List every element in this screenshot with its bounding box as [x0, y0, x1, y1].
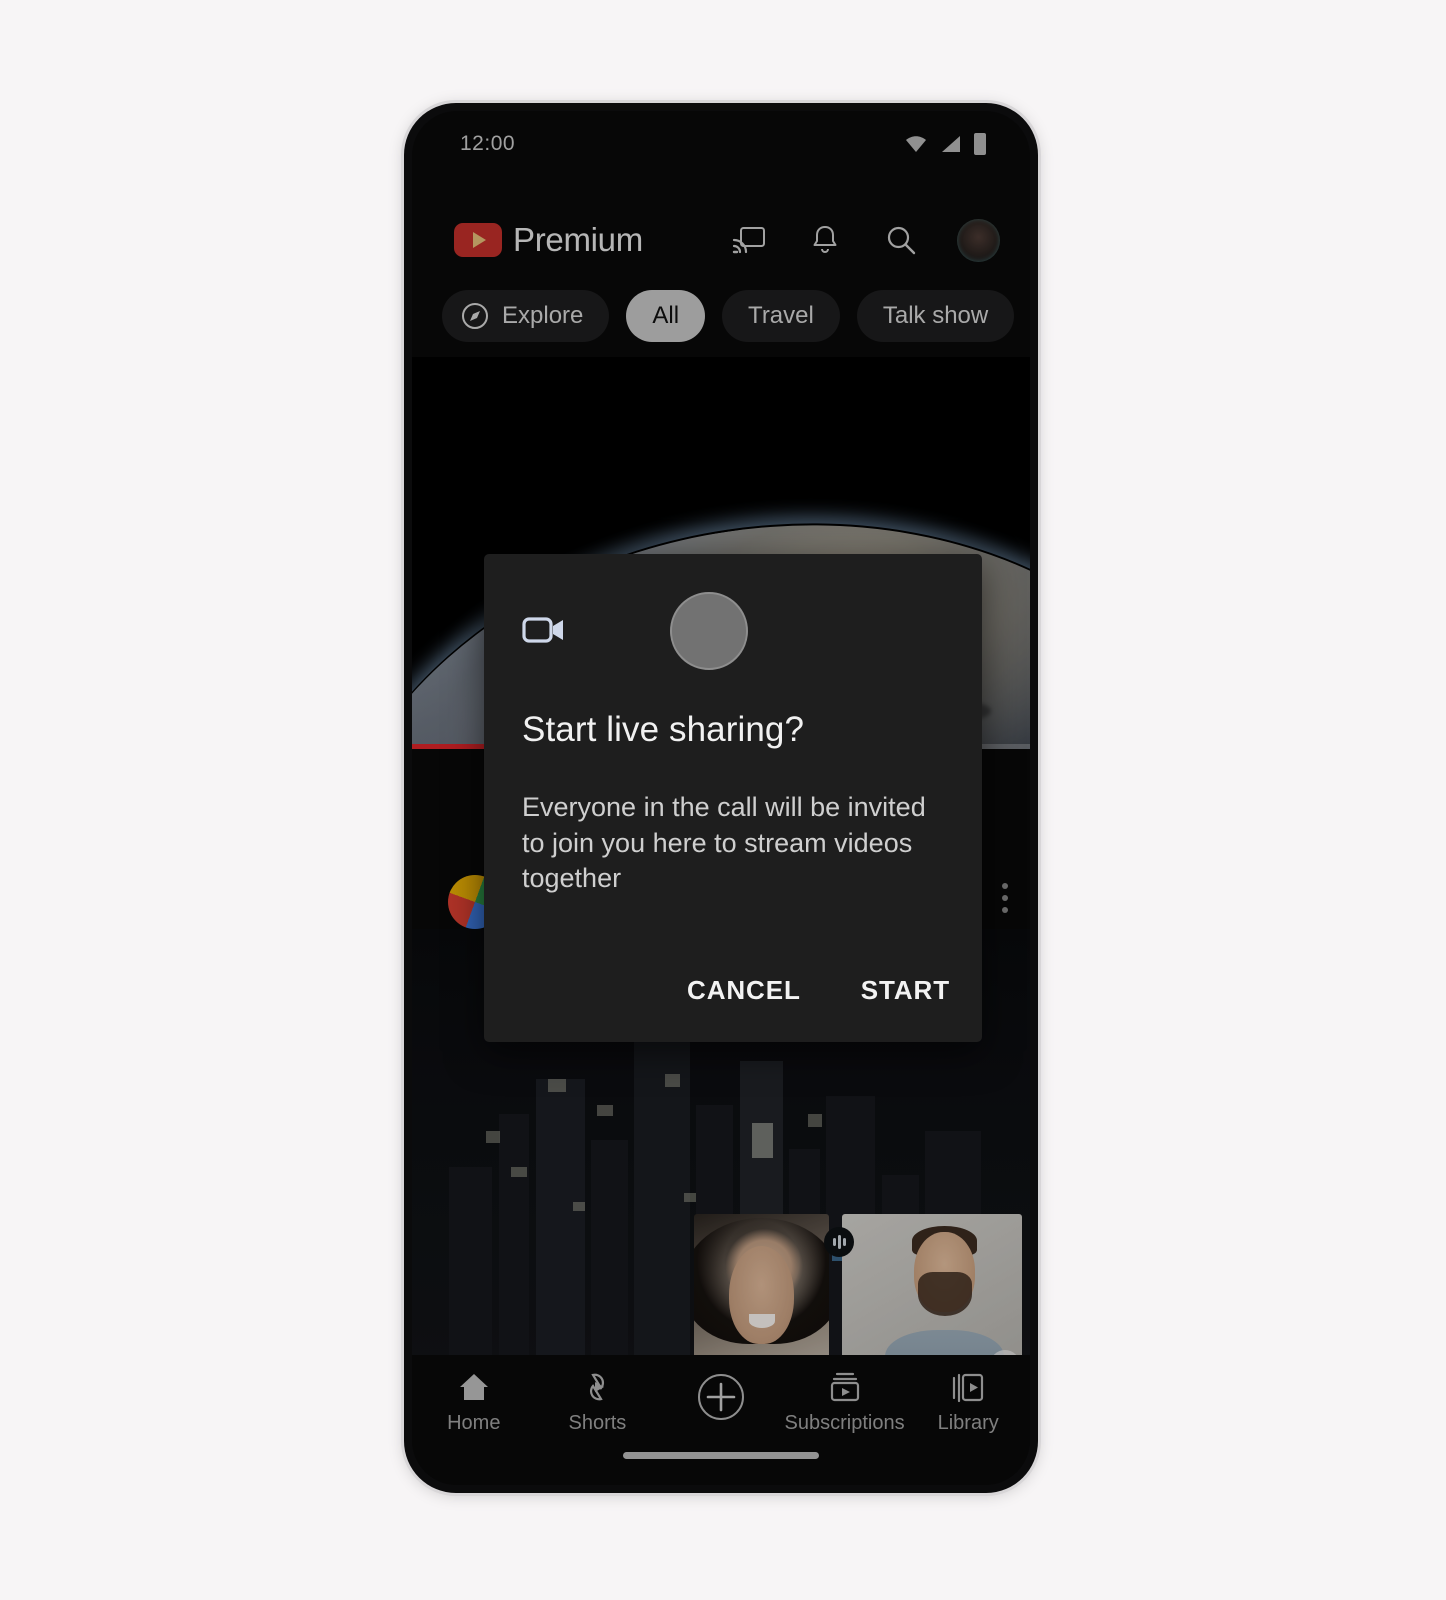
cancel-button[interactable]: CANCEL — [683, 965, 805, 1016]
phone-device-frame: 12:00 Premium Explore All Travel Talk sh… — [404, 103, 1038, 1493]
camera-circle-placeholder — [670, 592, 748, 670]
dialog-actions: CANCEL START — [683, 965, 954, 1016]
video-camera-icon — [522, 612, 568, 653]
live-sharing-dialog: Start live sharing? Everyone in the call… — [484, 554, 982, 1042]
phone-screen: 12:00 Premium Explore All Travel Talk sh… — [412, 111, 1030, 1485]
dialog-body: Everyone in the call will be invited to … — [522, 792, 926, 894]
dialog-title: Start live sharing? — [522, 710, 805, 749]
watermark-text — [1050, 1422, 1059, 1453]
start-button[interactable]: START — [857, 965, 954, 1016]
screenshot-root: 12:00 Premium Explore All Travel Talk sh… — [0, 0, 1446, 1600]
